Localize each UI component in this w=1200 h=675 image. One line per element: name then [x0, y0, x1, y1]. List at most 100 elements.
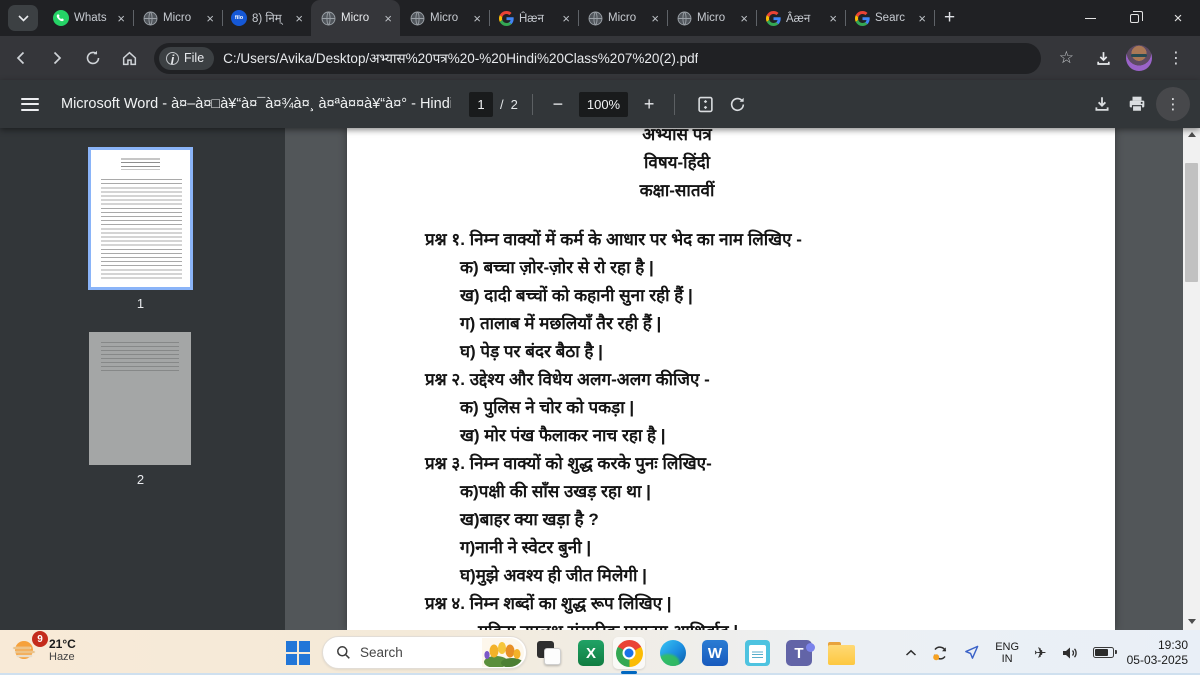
scroll-down-icon[interactable]	[1183, 615, 1200, 628]
profile-avatar[interactable]	[1126, 45, 1152, 71]
tab-whatsapp[interactable]: Whats ×	[44, 0, 134, 36]
search-label: Search	[360, 645, 403, 660]
airplane-mode-button[interactable]: ✈	[1027, 630, 1054, 675]
tab-micro-1[interactable]: Micro ×	[133, 0, 223, 36]
taskbar-search-box[interactable]: Search	[322, 636, 527, 669]
notepad-icon	[744, 640, 770, 666]
tab-title: Âæन	[786, 12, 811, 25]
rotate-icon	[730, 97, 744, 111]
zoom-in-button[interactable]: +	[638, 94, 660, 115]
zoom-level[interactable]: 100%	[578, 91, 629, 117]
vertical-scrollbar[interactable]	[1183, 128, 1200, 630]
page-1-thumbnail[interactable]	[88, 147, 193, 290]
pdf-more-menu[interactable]: ⋮	[1156, 87, 1190, 121]
window-controls: ×	[1068, 0, 1200, 36]
taskbar-chrome-active[interactable]	[613, 637, 645, 674]
zoom-out-button[interactable]: −	[547, 94, 569, 115]
document-content: अभ्यास पत्र विषय-हिंदी कक्षा-सातवीं प्रश…	[347, 128, 1115, 630]
tab-search-button[interactable]	[8, 5, 38, 31]
tab-title: Micro	[430, 12, 459, 24]
task-view-button[interactable]	[533, 637, 565, 669]
speaker-icon	[1062, 647, 1077, 658]
tab-close-icon[interactable]: ×	[649, 12, 661, 25]
sync-icon	[933, 645, 947, 660]
back-icon	[16, 51, 25, 65]
browser-menu-icon[interactable]: ⋮	[1160, 44, 1192, 72]
tab-title: Micro	[163, 12, 192, 24]
tab-close-icon[interactable]: ×	[115, 12, 127, 25]
taskbar-edge[interactable]	[657, 637, 689, 669]
scroll-up-icon[interactable]	[1183, 128, 1200, 141]
browser-window: Whats × Micro × filo 8) निम् × Micro × M…	[0, 0, 1200, 675]
battery-button[interactable]	[1086, 630, 1121, 675]
print-icon	[1129, 96, 1145, 112]
tab-google-2[interactable]: Âæन ×	[756, 0, 846, 36]
kebab-icon: ⋮	[1165, 96, 1181, 113]
home-button[interactable]	[114, 43, 144, 73]
weather-condition: Haze	[49, 650, 75, 663]
tab-title: Searc	[875, 12, 906, 24]
volume-button[interactable]	[1054, 630, 1086, 675]
reload-button[interactable]	[78, 43, 108, 73]
tab-title: Whats	[74, 12, 107, 24]
tab-close-icon[interactable]: ×	[916, 12, 928, 25]
tab-google-search[interactable]: Searc ×	[845, 0, 935, 36]
language-line1: ENG	[995, 640, 1020, 653]
fit-page-button[interactable]	[689, 88, 721, 120]
tab-micro-active[interactable]: Micro ×	[311, 0, 400, 36]
new-tab-button[interactable]: +	[944, 7, 955, 29]
language-switcher[interactable]: ENG IN	[987, 641, 1027, 665]
weather-widget[interactable]: 9 21°C Haze	[10, 631, 76, 666]
tab-close-icon[interactable]: ×	[293, 12, 305, 25]
taskbar-file-explorer[interactable]	[825, 637, 857, 669]
tab-micro-2[interactable]: Micro ×	[400, 0, 490, 36]
tab-micro-4[interactable]: Micro ×	[667, 0, 757, 36]
rotate-button[interactable]	[721, 88, 753, 120]
minimize-button[interactable]	[1068, 0, 1112, 36]
search-highlight-image[interactable]	[482, 638, 524, 667]
location-button[interactable]	[956, 630, 987, 675]
close-button[interactable]: ×	[1156, 0, 1200, 36]
doc-line: ग) तालाब में मछलियाँ तैर रही हैं |	[460, 314, 662, 333]
restore-button[interactable]	[1112, 0, 1156, 36]
scrollbar-thumb[interactable]	[1185, 163, 1198, 282]
globe-icon	[320, 10, 336, 26]
pdf-menu-button[interactable]	[21, 94, 39, 114]
sync-status-button[interactable]	[924, 630, 956, 675]
pdf-download-button[interactable]	[1086, 88, 1118, 120]
tab-close-icon[interactable]: ×	[204, 12, 216, 25]
taskbar-notepad[interactable]	[741, 637, 773, 669]
tab-close-icon[interactable]: ×	[827, 12, 839, 25]
url-text[interactable]: C:/Users/Avika/Desktop/अभ्यास%20पत्र%20-…	[223, 49, 698, 67]
doc-heading: विषय-हिंदी	[643, 153, 711, 172]
doc-line: महिना उपलक्ष संसारिक प्रमात्मा आशिर्वाद …	[478, 618, 1115, 630]
tab-close-icon[interactable]: ×	[560, 12, 572, 25]
toolbar-divider	[531, 93, 533, 115]
page-2-thumbnail[interactable]	[89, 332, 191, 465]
tab-filo[interactable]: filo 8) निम् ×	[222, 0, 312, 36]
bookmark-star-icon[interactable]: ☆	[1055, 44, 1078, 72]
url-bar[interactable]: i File C:/Users/Avika/Desktop/अभ्यास%20प…	[154, 42, 1041, 74]
taskbar-word[interactable]: W	[699, 637, 731, 669]
back-button[interactable]	[6, 43, 36, 73]
pdf-viewer: 1 2 अभ्यास पत्र विषय-हिंदी कक्षा-सातवीं …	[0, 128, 1200, 630]
taskbar-clock[interactable]: 19:30 05-03-2025	[1121, 638, 1200, 668]
page-number-input[interactable]: 1	[469, 91, 493, 117]
forward-button[interactable]	[42, 43, 72, 73]
tab-close-icon[interactable]: ×	[738, 12, 750, 25]
language-line2: IN	[1001, 652, 1013, 665]
toolbar-divider	[674, 93, 676, 115]
start-button[interactable]	[283, 638, 313, 668]
tab-micro-3[interactable]: Micro ×	[578, 0, 668, 36]
battery-icon	[1092, 647, 1117, 658]
downloads-button[interactable]	[1088, 43, 1118, 73]
file-scheme-chip[interactable]: i File	[159, 46, 215, 70]
doc-line: ख)बाहर क्या खड़ा है ?	[460, 510, 599, 529]
taskbar-teams[interactable]: T	[783, 637, 815, 669]
hidden-icons-button[interactable]	[898, 630, 924, 675]
taskbar-excel[interactable]: X	[575, 637, 607, 669]
tab-close-icon[interactable]: ×	[382, 12, 394, 25]
tab-close-icon[interactable]: ×	[471, 12, 483, 25]
print-button[interactable]	[1121, 88, 1153, 120]
tab-google-1[interactable]: Ĥæन ×	[489, 0, 579, 36]
